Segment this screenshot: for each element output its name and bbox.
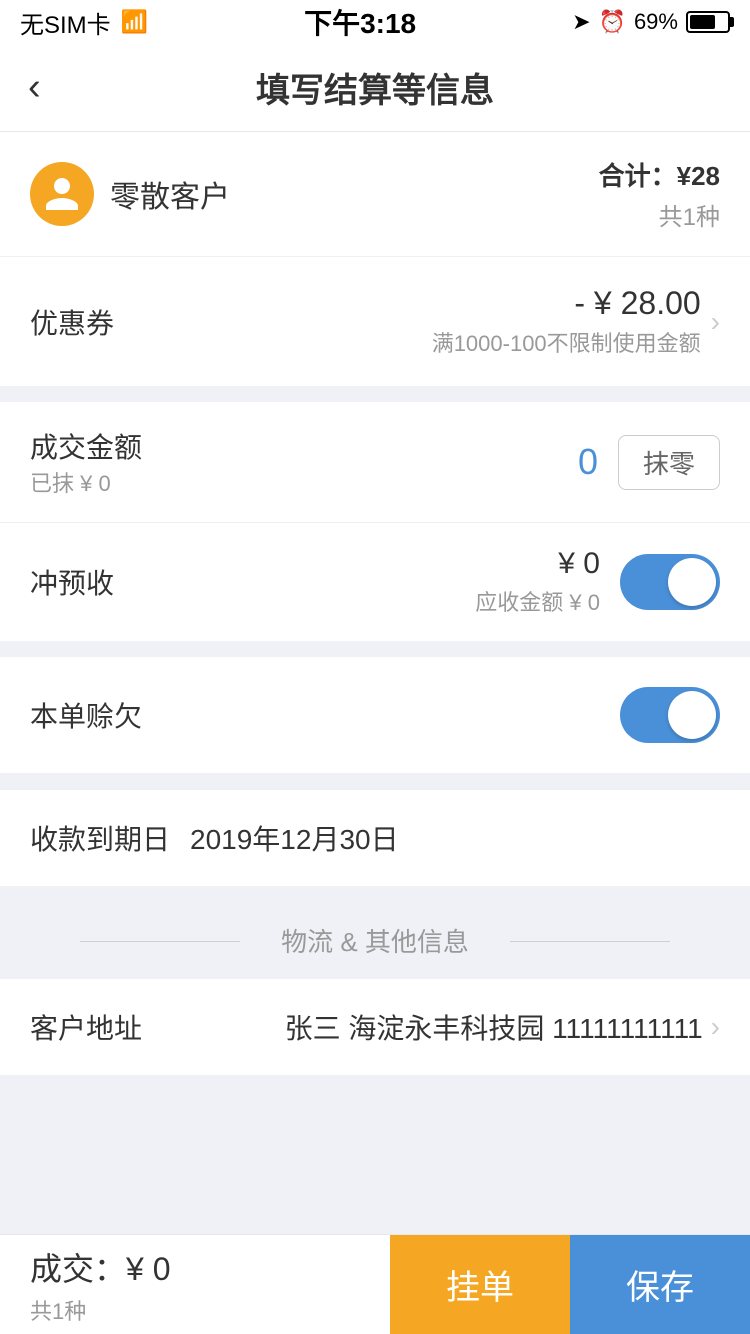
battery-percent: 69% bbox=[634, 9, 678, 35]
prereceive-right: ¥ 0 应收金额 ¥ 0 bbox=[475, 547, 720, 617]
carrier-label: 无SIM卡 bbox=[20, 5, 111, 40]
bottom-transaction-amount: 成交：¥ 0 bbox=[30, 1244, 360, 1290]
round-off-button[interactable]: 抹零 bbox=[618, 435, 720, 490]
prereceive-sub-amount: 应收金额 ¥ 0 bbox=[475, 585, 600, 617]
status-left: 无SIM卡 📶 bbox=[20, 5, 148, 40]
coupon-label: 优惠券 bbox=[30, 302, 114, 342]
bottom-summary: 成交：¥ 0 共1种 bbox=[0, 1244, 390, 1326]
due-date-section: 收款到期日 2019年12月30日 bbox=[0, 789, 750, 886]
save-button[interactable]: 保存 bbox=[570, 1235, 750, 1334]
prereceive-label: 冲预收 bbox=[30, 562, 114, 602]
address-label: 客户地址 bbox=[30, 1007, 142, 1047]
customer-name: 零散客户 bbox=[110, 172, 230, 216]
page-title: 填写结算等信息 bbox=[256, 63, 494, 112]
user-icon bbox=[42, 174, 82, 214]
coupon-amount: - ¥ 28.00 bbox=[432, 285, 701, 322]
customer-left: 零散客户 bbox=[30, 162, 230, 226]
transaction-amount: 0 bbox=[578, 441, 598, 483]
customer-section: 零散客户 合计：¥28 共1种 优惠券 - ¥ 28.00 满1000-100不… bbox=[0, 132, 750, 386]
back-icon: ‹ bbox=[28, 66, 41, 108]
battery-icon bbox=[686, 11, 730, 33]
logistics-divider: 物流 & 其他信息 bbox=[0, 902, 750, 979]
prereceive-row: 冲预收 ¥ 0 应收金额 ¥ 0 bbox=[0, 522, 750, 641]
address-chevron-icon: › bbox=[711, 1011, 720, 1043]
debt-toggle[interactable] bbox=[620, 687, 720, 743]
transaction-label: 成交金额 bbox=[30, 426, 142, 466]
prereceive-toggle[interactable] bbox=[620, 554, 720, 610]
bottom-count: 共1种 bbox=[30, 1294, 360, 1326]
debt-label: 本单赊欠 bbox=[30, 695, 142, 735]
coupon-desc: 满1000-100不限制使用金额 bbox=[432, 326, 701, 358]
status-right: ➤ ⏰ 69% bbox=[572, 9, 730, 35]
toggle-knob bbox=[668, 558, 716, 606]
wifi-icon: 📶 bbox=[121, 9, 148, 35]
address-value: 张三 海淀永丰科技园 11111111111 bbox=[285, 1007, 703, 1047]
address-right: 张三 海淀永丰科技园 11111111111 › bbox=[285, 1007, 720, 1047]
address-section: 客户地址 张三 海淀永丰科技园 11111111111 › bbox=[0, 979, 750, 1075]
bottom-bar: 成交：¥ 0 共1种 挂单 保存 bbox=[0, 1234, 750, 1334]
transaction-label-group: 成交金额 已抹 ¥ 0 bbox=[30, 426, 142, 498]
address-row[interactable]: 客户地址 张三 海淀永丰科技园 11111111111 › bbox=[0, 979, 750, 1075]
prereceive-main-amount: ¥ 0 bbox=[475, 547, 600, 581]
due-date-row: 收款到期日 2019年12月30日 bbox=[0, 789, 750, 886]
location-icon: ➤ bbox=[572, 9, 590, 35]
logistics-label: 物流 & 其他信息 bbox=[0, 922, 750, 959]
coupon-row[interactable]: 优惠券 - ¥ 28.00 满1000-100不限制使用金额 › bbox=[0, 256, 750, 386]
avatar bbox=[30, 162, 94, 226]
customer-row: 零散客户 合计：¥28 共1种 bbox=[0, 132, 750, 256]
total-count: 共1种 bbox=[599, 197, 720, 232]
total-amount: 合计：¥28 bbox=[599, 156, 720, 193]
already-rounded: 已抹 ¥ 0 bbox=[30, 466, 142, 498]
due-date-label: 收款到期日 bbox=[30, 818, 170, 858]
debt-section: 本单赊欠 bbox=[0, 657, 750, 773]
chevron-right-icon: › bbox=[711, 306, 720, 338]
nav-bar: ‹ 填写结算等信息 bbox=[0, 44, 750, 132]
debt-toggle-knob bbox=[668, 691, 716, 739]
transaction-section: 成交金额 已抹 ¥ 0 0 抹零 冲预收 ¥ 0 应收金额 ¥ 0 bbox=[0, 402, 750, 641]
alarm-icon: ⏰ bbox=[599, 9, 626, 35]
back-button[interactable]: ‹ bbox=[28, 66, 41, 109]
due-date-value: 2019年12月30日 bbox=[190, 818, 399, 858]
transaction-row: 成交金额 已抹 ¥ 0 0 抹零 bbox=[0, 402, 750, 522]
status-bar: 无SIM卡 📶 下午3:18 ➤ ⏰ 69% bbox=[0, 0, 750, 44]
status-time: 下午3:18 bbox=[304, 2, 416, 42]
coupon-info: - ¥ 28.00 满1000-100不限制使用金额 bbox=[432, 285, 701, 358]
prereceive-amounts: ¥ 0 应收金额 ¥ 0 bbox=[475, 547, 600, 617]
coupon-right: - ¥ 28.00 满1000-100不限制使用金额 › bbox=[432, 285, 720, 358]
hold-button[interactable]: 挂单 bbox=[390, 1235, 570, 1334]
transaction-right: 0 抹零 bbox=[578, 435, 720, 490]
customer-right: 合计：¥28 共1种 bbox=[599, 156, 720, 232]
